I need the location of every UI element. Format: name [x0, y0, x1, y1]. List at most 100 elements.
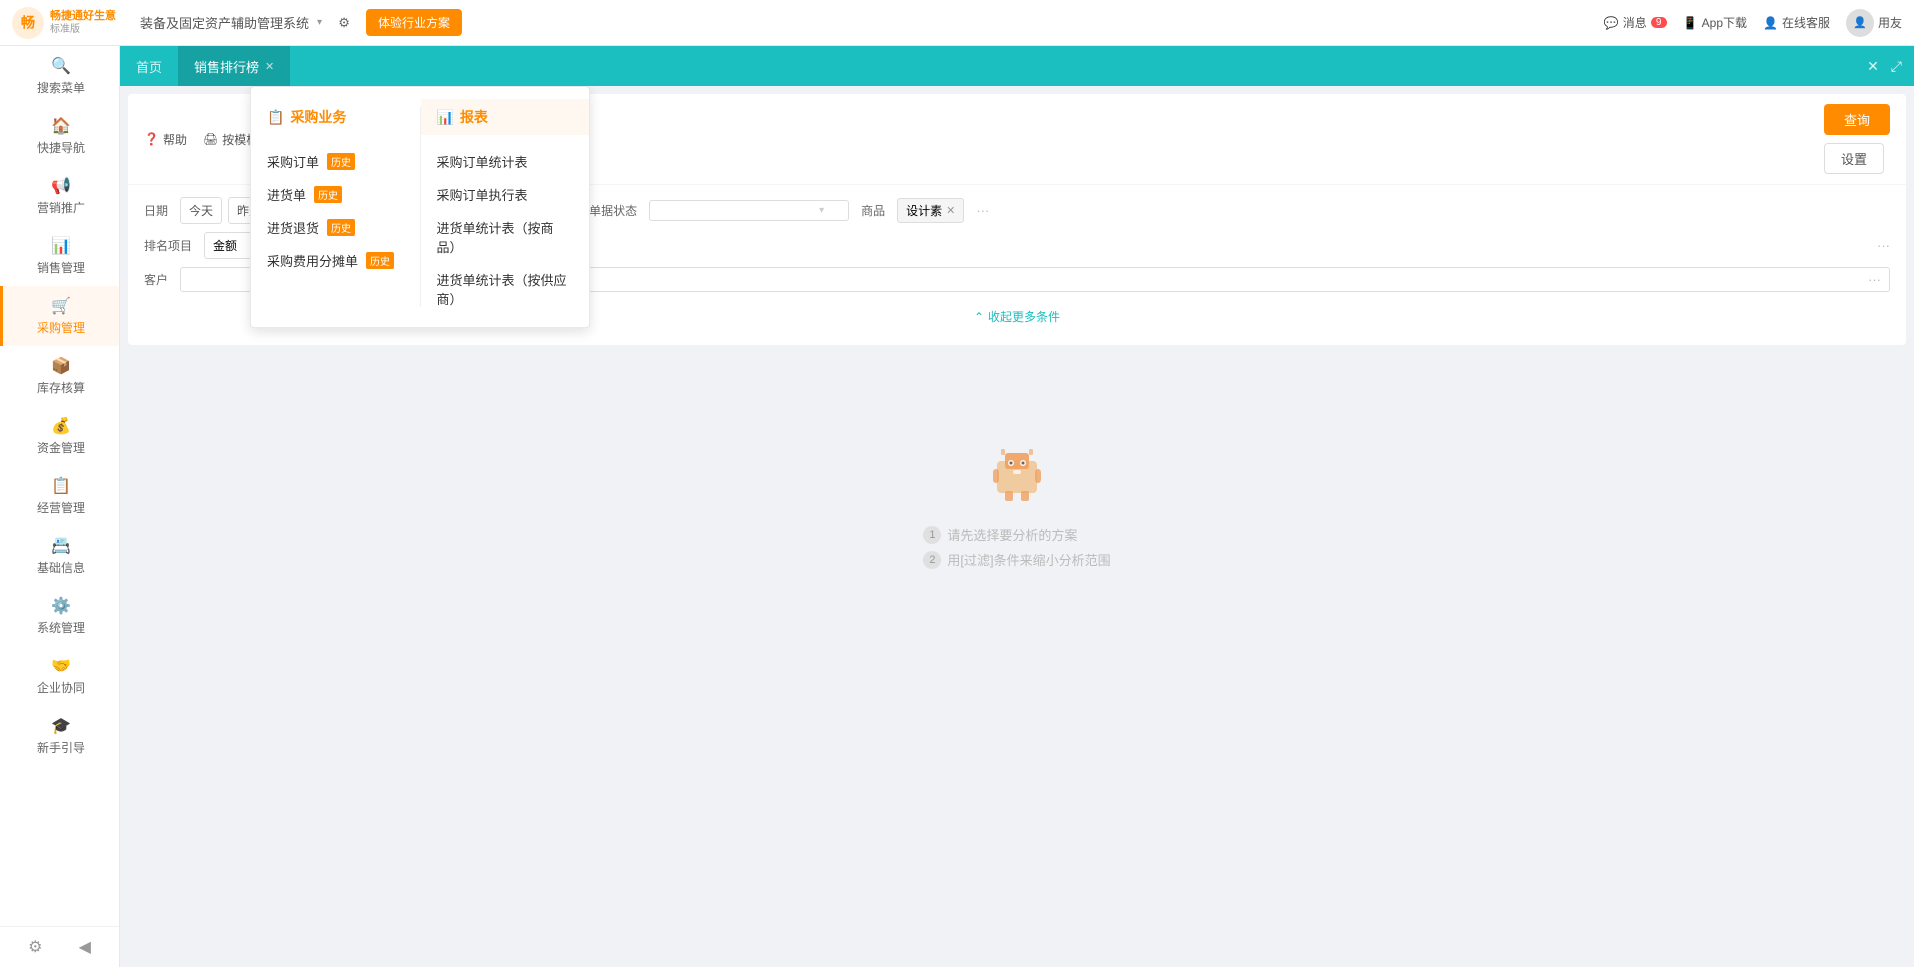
top-right-area: 💬 消息 9 📱 App下载 👤 在线客服 👤 用友 [1604, 9, 1902, 37]
help-icon: ❓ [144, 132, 159, 146]
goods-more-button[interactable]: ··· [976, 203, 989, 218]
help-button[interactable]: ❓ 帮助 [144, 131, 187, 148]
date-btn-today[interactable]: 今天 [180, 197, 222, 224]
dropdown-item-order-exec[interactable]: 采购订单执行表 [421, 178, 590, 211]
messages-button[interactable]: 💬 消息 9 [1604, 14, 1667, 31]
purchase-section-icon: 📋 [267, 109, 284, 126]
sidebar-item-basic[interactable]: 📇 基础信息 [0, 526, 119, 586]
goods-label: 商品 [861, 202, 885, 219]
system-settings-button[interactable]: ⚙ [330, 9, 358, 37]
customer-more-button[interactable]: ··· [1868, 272, 1881, 287]
dropdown-item-expense[interactable]: 采购费用分摊单 历史 [251, 244, 420, 277]
sidebar-item-search[interactable]: 🔍 搜索菜单 [0, 46, 119, 106]
goods-tag-close-button[interactable]: ✕ [946, 204, 955, 217]
expense-hist-badge: 历史 [366, 252, 394, 269]
marketing-icon: 📢 [51, 176, 71, 196]
sidebar-settings-button[interactable]: ⚙ [28, 937, 42, 957]
toolbar-right: 查询 设置 [1824, 104, 1890, 174]
phone-icon: 📱 [1683, 16, 1698, 30]
query-button[interactable]: 查询 [1824, 104, 1890, 135]
dropdown-item-order-stats[interactable]: 采购订单统计表 [421, 145, 590, 178]
sidebar-item-quicknav[interactable]: 🏠 快捷导航 [0, 106, 119, 166]
purchase-business-column: 📋 采购业务 采购订单 历史 进货单 历史 [251, 99, 420, 315]
sidebar-item-label: 库存核算 [37, 379, 85, 396]
tab-expand-button[interactable]: ⤢ [1887, 54, 1906, 79]
system-title-area: 装备及固定资产辅助管理系统 ▾ ⚙ 体验行业方案 [132, 9, 462, 37]
salesman-more-button[interactable]: ··· [1877, 238, 1890, 253]
system-title-text: 装备及固定资产辅助管理系统 [140, 13, 309, 32]
app-download-button[interactable]: 📱 App下载 [1683, 14, 1747, 31]
incoming-hist-badge: 历史 [314, 186, 342, 203]
goods-tag: 设计素 ✕ [897, 198, 964, 223]
tab-sales-rank[interactable]: 销售排行榜 ✕ [178, 46, 290, 86]
dropdown-item-incoming-stats-supplier[interactable]: 进货单统计表（按供应商） [421, 263, 590, 315]
date-label: 日期 [144, 202, 168, 219]
sidebar-bottom: ⚙ ◀ [0, 926, 119, 967]
logo-main-text: 畅捷通好生意 [50, 9, 116, 23]
print-icon: 🖨 [203, 132, 218, 146]
inventory-icon: 📦 [51, 356, 71, 376]
collapse-button[interactable]: ⌃ 收起更多条件 [974, 308, 1060, 325]
sidebar-item-label: 新手引导 [37, 739, 85, 756]
content-inner: 📋 采购业务 采购订单 历史 进货单 历史 [120, 86, 1914, 967]
finance-icon: 💰 [51, 416, 71, 436]
system-icon: ⚙️ [51, 596, 71, 616]
empty-hint-1: 1 请先选择要分析的方案 [923, 525, 1110, 544]
sidebar-item-operation[interactable]: 📋 经营管理 [0, 466, 119, 526]
tab-close-all-button[interactable]: ✕ [1863, 54, 1883, 79]
hint-num-2: 2 [923, 551, 941, 569]
tab-end-buttons: ✕ ⤢ [1863, 54, 1914, 79]
return-label: 进货退货 [267, 218, 319, 237]
sidebar-item-enterprise[interactable]: 🤝 企业协同 [0, 646, 119, 706]
sidebar-item-label: 资金管理 [37, 439, 85, 456]
online-service-button[interactable]: 👤 在线客服 [1763, 14, 1830, 31]
tab-bar: 首页 销售排行榜 ✕ ✕ ⤢ [120, 46, 1914, 86]
logo-sub-text: 标准版 [50, 23, 116, 36]
bill-status-label: 单据状态 [589, 202, 637, 219]
hint-text-2: 用[过滤]条件来缩小分析范围 [947, 550, 1110, 569]
tab-sales-rank-label: 销售排行榜 [194, 57, 259, 76]
tab-home[interactable]: 首页 [120, 46, 178, 86]
dropdown-item-purchase-order[interactable]: 采购订单 历史 [251, 145, 420, 178]
sidebar-item-label: 销售管理 [37, 259, 85, 276]
sidebar-collapse-button[interactable]: ◀ [79, 937, 91, 957]
dropdown-item-incoming[interactable]: 进货单 历史 [251, 178, 420, 211]
search-icon: 🔍 [51, 56, 71, 76]
operation-icon: 📋 [51, 476, 71, 496]
sidebar-item-label: 快捷导航 [37, 139, 85, 156]
purchase-order-label: 采购订单 [267, 152, 319, 171]
bill-status-select[interactable]: ▾ [649, 200, 849, 221]
incoming-label: 进货单 [267, 185, 306, 204]
sidebar-item-label: 采购管理 [37, 319, 85, 336]
purchase-icon: 🛒 [51, 296, 71, 316]
purchase-dropdown-menu: 📋 采购业务 采购订单 历史 进货单 历史 [250, 86, 590, 328]
service-icon: 👤 [1763, 16, 1778, 30]
tab-home-label: 首页 [136, 57, 162, 76]
settings-button[interactable]: 设置 [1824, 143, 1884, 174]
avatar-text: 👤 [1853, 16, 1867, 29]
notification-badge: 9 [1651, 17, 1667, 28]
home-icon: 🏠 [51, 116, 71, 136]
bill-status-dropdown-icon: ▾ [819, 205, 824, 216]
sidebar-item-marketing[interactable]: 📢 营销推广 [0, 166, 119, 226]
sidebar-item-newbie[interactable]: 🎓 新手引导 [0, 706, 119, 766]
basic-icon: 📇 [51, 536, 71, 556]
system-title-dropdown-icon[interactable]: ▾ [317, 17, 322, 28]
rank-item-value: 金额 [213, 237, 237, 254]
purchase-section-title: 📋 采购业务 [251, 99, 420, 135]
sidebar-item-finance[interactable]: 💰 资金管理 [0, 406, 119, 466]
tab-close-button[interactable]: ✕ [265, 60, 274, 73]
dropdown-item-return[interactable]: 进货退货 历史 [251, 211, 420, 244]
sidebar-item-label: 基础信息 [37, 559, 85, 576]
user-menu-button[interactable]: 👤 用友 [1846, 9, 1902, 37]
report-section-icon: 📊 [437, 109, 454, 126]
sidebar-item-sales[interactable]: 📊 销售管理 [0, 226, 119, 286]
dropdown-item-incoming-stats-goods[interactable]: 进货单统计表（按商品） [421, 211, 590, 263]
sidebar-item-system[interactable]: ⚙️ 系统管理 [0, 586, 119, 646]
industry-solution-button[interactable]: 体验行业方案 [366, 9, 462, 36]
hint-num-1: 1 [923, 526, 941, 544]
sidebar-item-inventory[interactable]: 📦 库存核算 [0, 346, 119, 406]
sidebar-item-purchase[interactable]: 🛒 采购管理 [0, 286, 119, 346]
sidebar-item-label: 系统管理 [37, 619, 85, 636]
empty-illustration [977, 433, 1057, 513]
